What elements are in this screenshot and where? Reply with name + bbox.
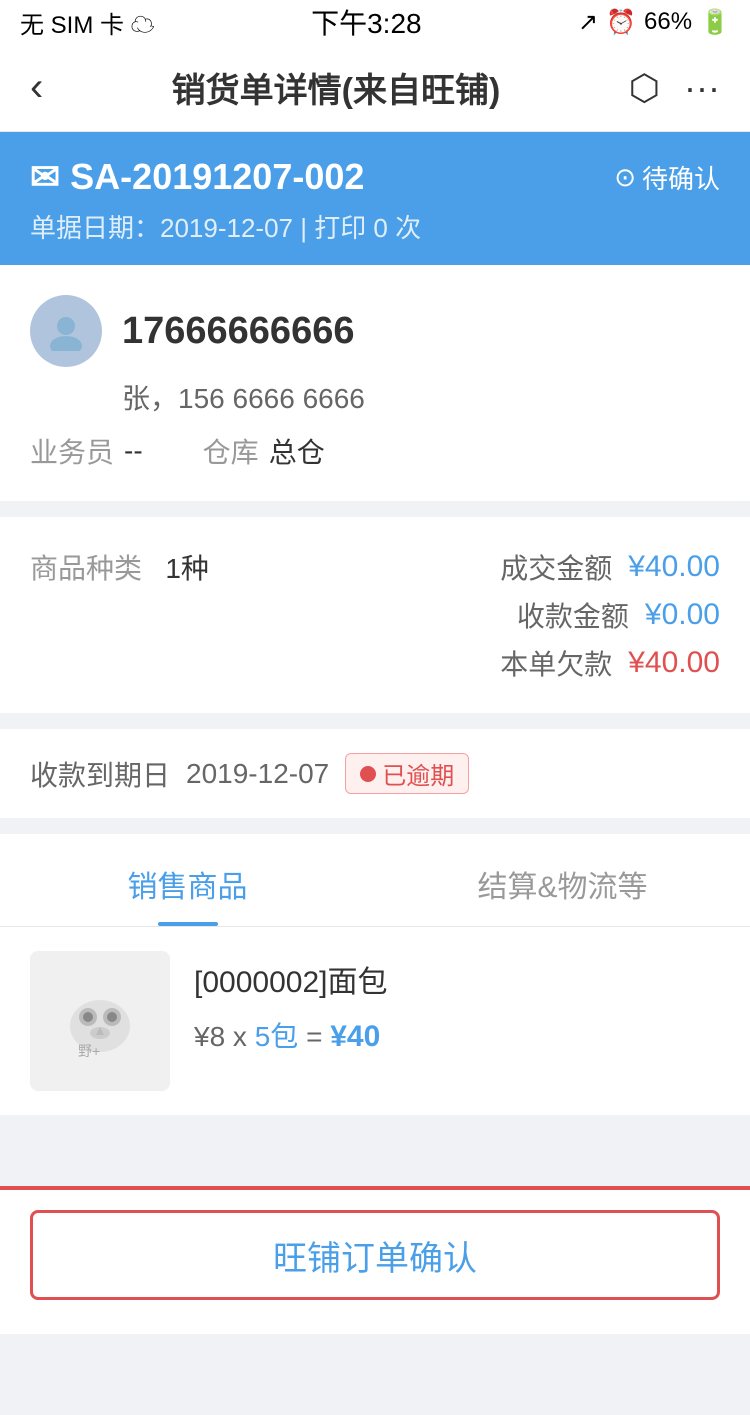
avatar [30, 295, 102, 367]
battery-icon: 🔋 [700, 8, 730, 37]
product-price: ¥8 x 5包 = ¥40 [194, 1015, 720, 1055]
received-value: ¥0.00 [645, 598, 720, 632]
clock-icon: ⊙ [614, 162, 636, 193]
order-icon: ✉ [30, 156, 60, 198]
bottom-bar: 旺铺订单确认 [0, 1186, 750, 1334]
order-header: ✉ SA-20191207-002 ⊙ 待确认 单据日期：2019-12-07 … [0, 132, 750, 265]
alarm-icon: ⏰ [606, 8, 636, 37]
product-type-label: 商品种类 [30, 553, 142, 584]
product-type: 商品种类 1种 [30, 547, 209, 587]
nav-icon: ↗ [578, 8, 598, 37]
customer-row: 17666666666 [30, 295, 720, 367]
product-image: 野+ [30, 951, 170, 1091]
customer-phone: 17666666666 [122, 310, 354, 353]
warehouse-value: 总仓 [269, 431, 325, 471]
confirm-order-button[interactable]: 旺铺订单确认 [30, 1210, 720, 1300]
price-text: ¥8 x [194, 1021, 247, 1052]
order-date: 单据日期：2019-12-07 | 打印 0 次 [30, 208, 720, 245]
customer-name: 张，156 6666 6666 [122, 377, 720, 417]
status-bar: 无 SIM 卡 ☁ 下午3:28 ↗ ⏰ 66% 🔋 [0, 0, 750, 44]
product-card: 野+ [0000002]面包 ¥8 x 5包 = ¥40 [0, 927, 750, 1115]
salesperson-value: -- [124, 435, 143, 467]
page-title: 销货单详情(来自旺铺) [172, 63, 501, 112]
overdue-dot-icon [360, 766, 376, 782]
nav-bar: ‹ 销货单详情(来自旺铺) ⬡ ··· [0, 44, 750, 132]
sim-status: 无 SIM 卡 ☁ [20, 5, 155, 40]
nav-right-actions: ⬡ ··· [629, 67, 720, 109]
price-equals: = [306, 1021, 330, 1052]
warehouse-label: 仓库 [203, 431, 259, 471]
order-id-row: ✉ SA-20191207-002 ⊙ 待确认 [30, 156, 720, 198]
due-date-card: 收款到期日 2019-12-07 已逾期 [0, 729, 750, 818]
transaction-value: ¥40.00 [628, 550, 720, 584]
more-icon[interactable]: ··· [684, 67, 720, 109]
balance-row: 本单欠款 ¥40.00 [500, 643, 720, 683]
product-name: [0000002]面包 [194, 957, 720, 1001]
tab-settlement-logistics[interactable]: 结算&物流等 [375, 834, 750, 926]
back-button[interactable]: ‹ [30, 65, 43, 110]
price-total: ¥40 [330, 1020, 380, 1053]
share-icon[interactable]: ⬡ [629, 67, 660, 109]
product-info: [0000002]面包 ¥8 x 5包 = ¥40 [194, 951, 720, 1055]
due-date-value: 2019-12-07 [186, 758, 329, 790]
battery-status: 66% [644, 8, 692, 36]
balance-label: 本单欠款 [500, 643, 612, 683]
warehouse-item: 仓库 总仓 [203, 431, 325, 471]
customer-meta: 业务员 -- 仓库 总仓 [30, 431, 720, 471]
tabs-container: 销售商品 结算&物流等 [0, 834, 750, 927]
price-qty: 5包 [255, 1021, 299, 1052]
received-row: 收款金额 ¥0.00 [517, 595, 720, 635]
balance-value: ¥40.00 [628, 646, 720, 680]
salesperson-item: 业务员 -- [30, 431, 143, 471]
product-type-value: 1种 [165, 553, 209, 584]
received-label: 收款金额 [517, 595, 629, 635]
svg-text:野+: 野+ [78, 1043, 100, 1059]
summary-amounts: 成交金额 ¥40.00 收款金额 ¥0.00 本单欠款 ¥40.00 [500, 547, 720, 683]
summary-card: 商品种类 1种 成交金额 ¥40.00 收款金额 ¥0.00 本单欠款 ¥40.… [0, 517, 750, 713]
order-status: ⊙ 待确认 [614, 159, 720, 196]
status-time: 下午3:28 [311, 2, 422, 42]
due-date-label: 收款到期日 [30, 754, 170, 794]
tab-sales-product[interactable]: 销售商品 [0, 834, 375, 926]
status-left: 无 SIM 卡 ☁ [20, 5, 155, 40]
transaction-row: 成交金额 ¥40.00 [500, 547, 720, 587]
order-id: ✉ SA-20191207-002 [30, 156, 364, 198]
overdue-badge: 已逾期 [345, 753, 469, 794]
transaction-label: 成交金额 [500, 547, 612, 587]
salesperson-label: 业务员 [30, 431, 114, 471]
customer-card: 17666666666 张，156 6666 6666 业务员 -- 仓库 总仓 [0, 265, 750, 501]
status-right: ↗ ⏰ 66% 🔋 [578, 8, 730, 37]
